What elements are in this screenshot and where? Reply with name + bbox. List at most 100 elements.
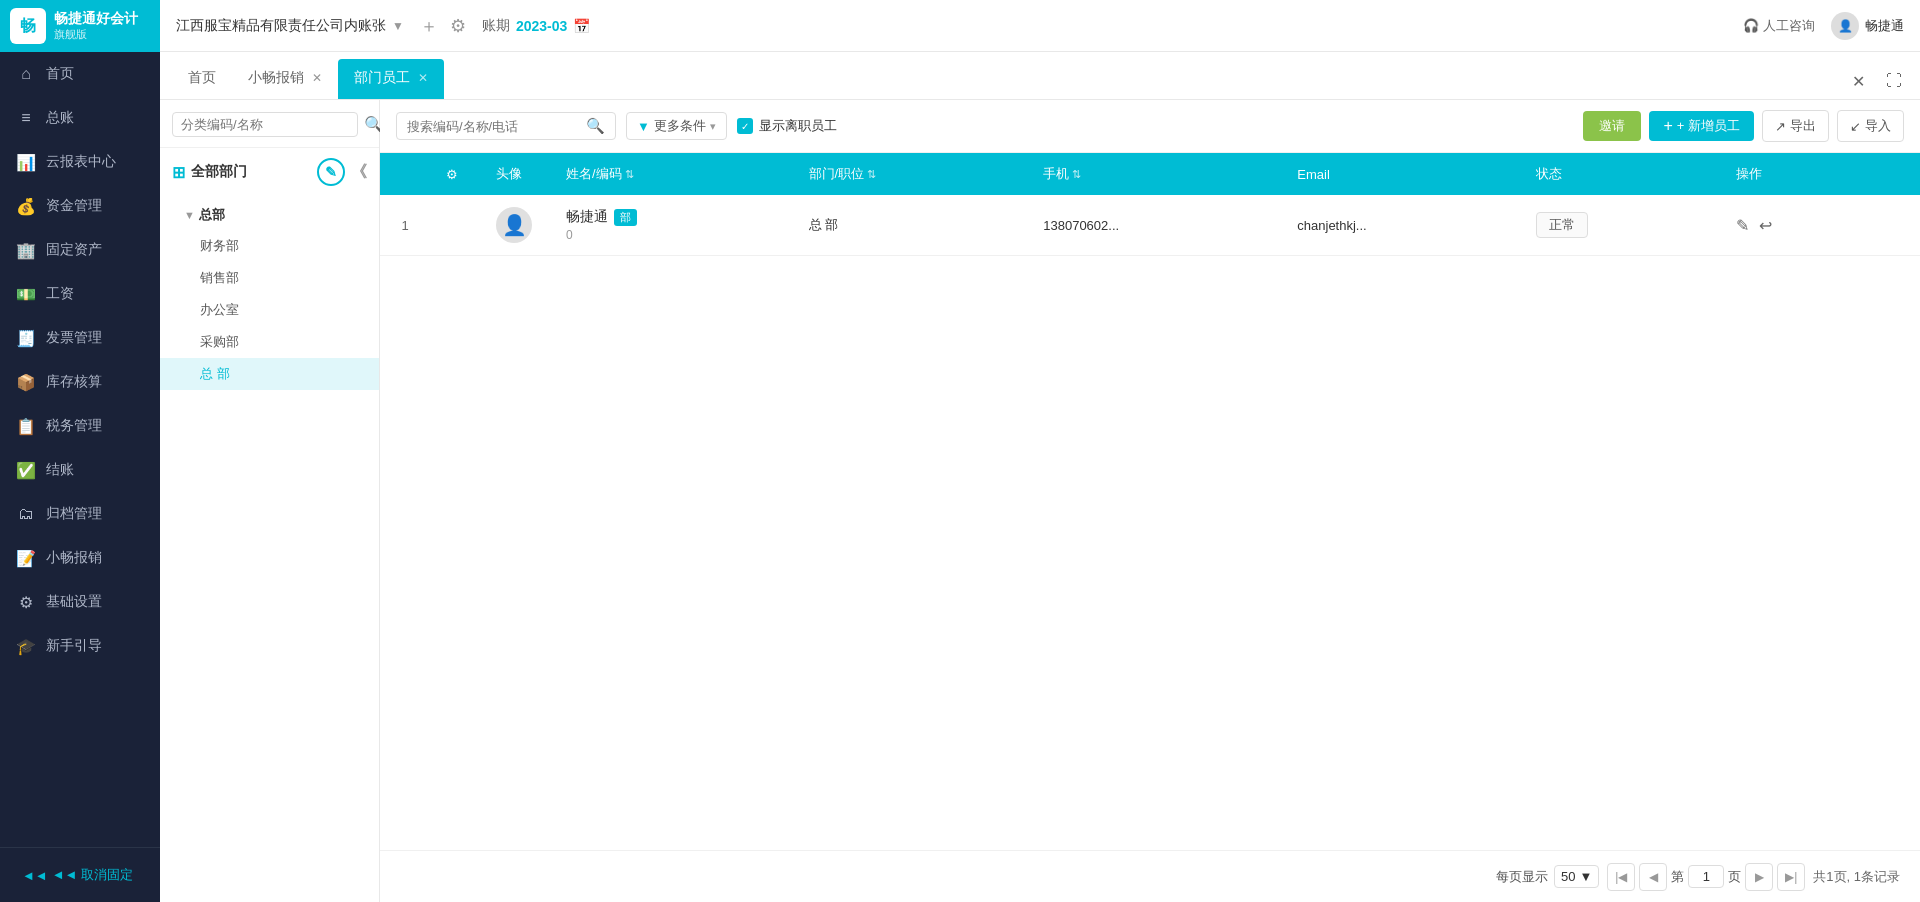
- sidebar-item-tax[interactable]: 📋 税务管理: [0, 404, 160, 448]
- support-button[interactable]: 🎧 人工咨询: [1743, 17, 1815, 35]
- col-dept-position[interactable]: 部门/职位: [793, 153, 1028, 195]
- sidebar-item-inventory[interactable]: 📦 库存核算: [0, 360, 160, 404]
- sidebar-item-assets[interactable]: 🏢 固定资产: [0, 228, 160, 272]
- dept-item-general[interactable]: 总 部: [160, 358, 379, 390]
- dept-item-office[interactable]: 办公室: [160, 294, 379, 326]
- dept-arrow-icon: ▼: [184, 209, 195, 221]
- tab-xiaochang-close-icon[interactable]: ✕: [312, 71, 322, 85]
- show-resigned-checkbox[interactable]: ✓ 显示离职员工: [737, 117, 837, 135]
- import-button[interactable]: ↙ 导入: [1837, 110, 1904, 142]
- sidebar-item-ledger[interactable]: ≡ 总账: [0, 96, 160, 140]
- col-num: [380, 153, 430, 195]
- pagination-nav: |◀ ◀ 第 页 ▶ ▶|: [1607, 863, 1805, 891]
- edit-button[interactable]: ✎: [1736, 216, 1749, 235]
- checkbox-icon: ✓: [737, 118, 753, 134]
- add-employee-button[interactable]: + + 新增员工: [1649, 111, 1754, 141]
- dept-panel: 🔍 ⊞ 全部部门 ✎ 《 ▼ 总部 财务部 销售部 办公室 采购部: [160, 100, 380, 902]
- dept-item-purchase[interactable]: 采购部: [160, 326, 379, 358]
- tab-xiaochang-expense[interactable]: 小畅报销 ✕: [232, 59, 338, 99]
- sidebar-item-archive[interactable]: 🗂 归档管理: [0, 492, 160, 536]
- col-avatar: 头像: [480, 153, 550, 195]
- import-icon: ↙: [1850, 119, 1861, 134]
- assets-icon: 🏢: [16, 240, 36, 260]
- dept-group-general-label[interactable]: ▼ 总部: [160, 200, 379, 230]
- avatar-image: 👤: [496, 207, 532, 243]
- sidebar-item-guide[interactable]: 🎓 新手引导: [0, 624, 160, 668]
- show-resigned-label: 显示离职员工: [759, 117, 837, 135]
- sidebar-item-reports[interactable]: 📊 云报表中心: [0, 140, 160, 184]
- tab-close-button[interactable]: ✕: [1844, 67, 1872, 95]
- next-page-button[interactable]: ▶: [1745, 863, 1773, 891]
- topbar-settings-button[interactable]: ⚙: [450, 15, 466, 37]
- table-body: 1 👤 畅捷通 部 0: [380, 195, 1920, 256]
- checkout-icon: ✅: [16, 460, 36, 480]
- dept-grid-icon: ⊞: [172, 163, 185, 182]
- ledger-icon: ≡: [16, 108, 36, 128]
- tabbar: 首页 小畅报销 ✕ 部门员工 ✕ ✕ ⛶: [160, 52, 1920, 100]
- col-name-code[interactable]: 姓名/编码: [550, 153, 793, 195]
- topbar-right: 🎧 人工咨询 👤 畅捷通: [1743, 12, 1904, 40]
- sidebar-item-settings[interactable]: ⚙ 基础设置: [0, 580, 160, 624]
- pagination: 每页显示 50 ▼ |◀ ◀ 第 页 ▶ ▶| 共1页, 1条记录: [380, 850, 1920, 902]
- sidebar-logo[interactable]: 畅 畅捷通好会计 旗舰版: [0, 0, 160, 52]
- home-icon: ⌂: [16, 64, 36, 84]
- tab-home[interactable]: 首页: [172, 59, 232, 99]
- filter-button[interactable]: ▼ 更多条件 ▾: [626, 112, 727, 140]
- period-selector[interactable]: 账期 2023-03 📅: [482, 17, 590, 35]
- user-menu[interactable]: 👤 畅捷通: [1831, 12, 1904, 40]
- per-page-select[interactable]: 50 ▼: [1554, 865, 1599, 888]
- page-body: 🔍 ⊞ 全部部门 ✎ 《 ▼ 总部 财务部 销售部 办公室 采购部: [160, 100, 1920, 902]
- row-avatar: 👤: [480, 195, 550, 256]
- cancel-fix-button[interactable]: ◄◄ ◄◄ 取消固定: [0, 858, 160, 892]
- username: 畅捷通: [1865, 17, 1904, 35]
- avatar: 👤: [1831, 12, 1859, 40]
- tab-fullscreen-button[interactable]: ⛶: [1880, 67, 1908, 95]
- add-employee-label: + 新增员工: [1677, 117, 1740, 135]
- sidebar-item-home[interactable]: ⌂ 首页: [0, 52, 160, 96]
- headset-icon: 🎧: [1743, 18, 1759, 33]
- sidebar-item-funds[interactable]: 💰 资金管理: [0, 184, 160, 228]
- guide-icon: 🎓: [16, 636, 36, 656]
- last-page-button[interactable]: ▶|: [1777, 863, 1805, 891]
- inventory-icon: 📦: [16, 372, 36, 392]
- prev-page-button[interactable]: ◀: [1639, 863, 1667, 891]
- dept-search: 🔍: [160, 112, 379, 148]
- filter-label: 更多条件: [654, 117, 706, 135]
- dept-collapse-button[interactable]: 《: [351, 162, 367, 183]
- table-header-row: ⚙ 头像 姓名/编码 部门/职位 手机 Email 状态 操作: [380, 153, 1920, 195]
- row-dept: 总 部: [793, 195, 1028, 256]
- dept-item-finance[interactable]: 财务部: [160, 230, 379, 262]
- page-input[interactable]: [1688, 865, 1724, 888]
- sidebar-item-xiaochang[interactable]: 📝 小畅报销: [0, 536, 160, 580]
- search-button[interactable]: 🔍: [586, 117, 605, 135]
- dept-all-header[interactable]: ⊞ 全部部门 ✎ 《: [160, 148, 379, 196]
- search-input[interactable]: [407, 119, 586, 134]
- dept-group-general: ▼ 总部 财务部 销售部 办公室 采购部 总 部: [160, 200, 379, 390]
- row-actions: ✎ ↩: [1720, 195, 1920, 256]
- col-settings[interactable]: ⚙: [430, 153, 480, 195]
- tab-dept-employee[interactable]: 部门员工 ✕: [338, 59, 444, 99]
- company-selector[interactable]: 江西服宝精品有限责任公司内账张 ▼: [176, 17, 404, 35]
- tabbar-actions: ✕ ⛶: [1844, 67, 1908, 99]
- logo-text: 畅捷通好会计 旗舰版: [54, 10, 138, 42]
- sidebar-item-checkout[interactable]: ✅ 结账: [0, 448, 160, 492]
- per-page-arrow-icon: ▼: [1579, 869, 1592, 884]
- invite-button[interactable]: 邀请: [1583, 111, 1641, 141]
- export-button[interactable]: ↗ 导出: [1762, 110, 1829, 142]
- sidebar-item-invoice[interactable]: 🧾 发票管理: [0, 316, 160, 360]
- col-phone[interactable]: 手机: [1027, 153, 1281, 195]
- status-badge: 正常: [1536, 212, 1588, 238]
- logout-button[interactable]: ↩: [1759, 216, 1772, 235]
- dept-tree: ▼ 总部 财务部 销售部 办公室 采购部 总 部: [160, 196, 379, 890]
- row-num: 1: [380, 195, 430, 256]
- col-email: Email: [1281, 153, 1520, 195]
- first-page-button[interactable]: |◀: [1607, 863, 1635, 891]
- dept-search-input[interactable]: [172, 112, 358, 137]
- page-prefix: 第: [1671, 868, 1684, 886]
- add-company-button[interactable]: ＋: [420, 14, 438, 38]
- page-suffix: 页: [1728, 868, 1741, 886]
- tab-dept-close-icon[interactable]: ✕: [418, 71, 428, 85]
- dept-edit-button[interactable]: ✎: [317, 158, 345, 186]
- sidebar-item-salary[interactable]: 💵 工资: [0, 272, 160, 316]
- dept-item-sales[interactable]: 销售部: [160, 262, 379, 294]
